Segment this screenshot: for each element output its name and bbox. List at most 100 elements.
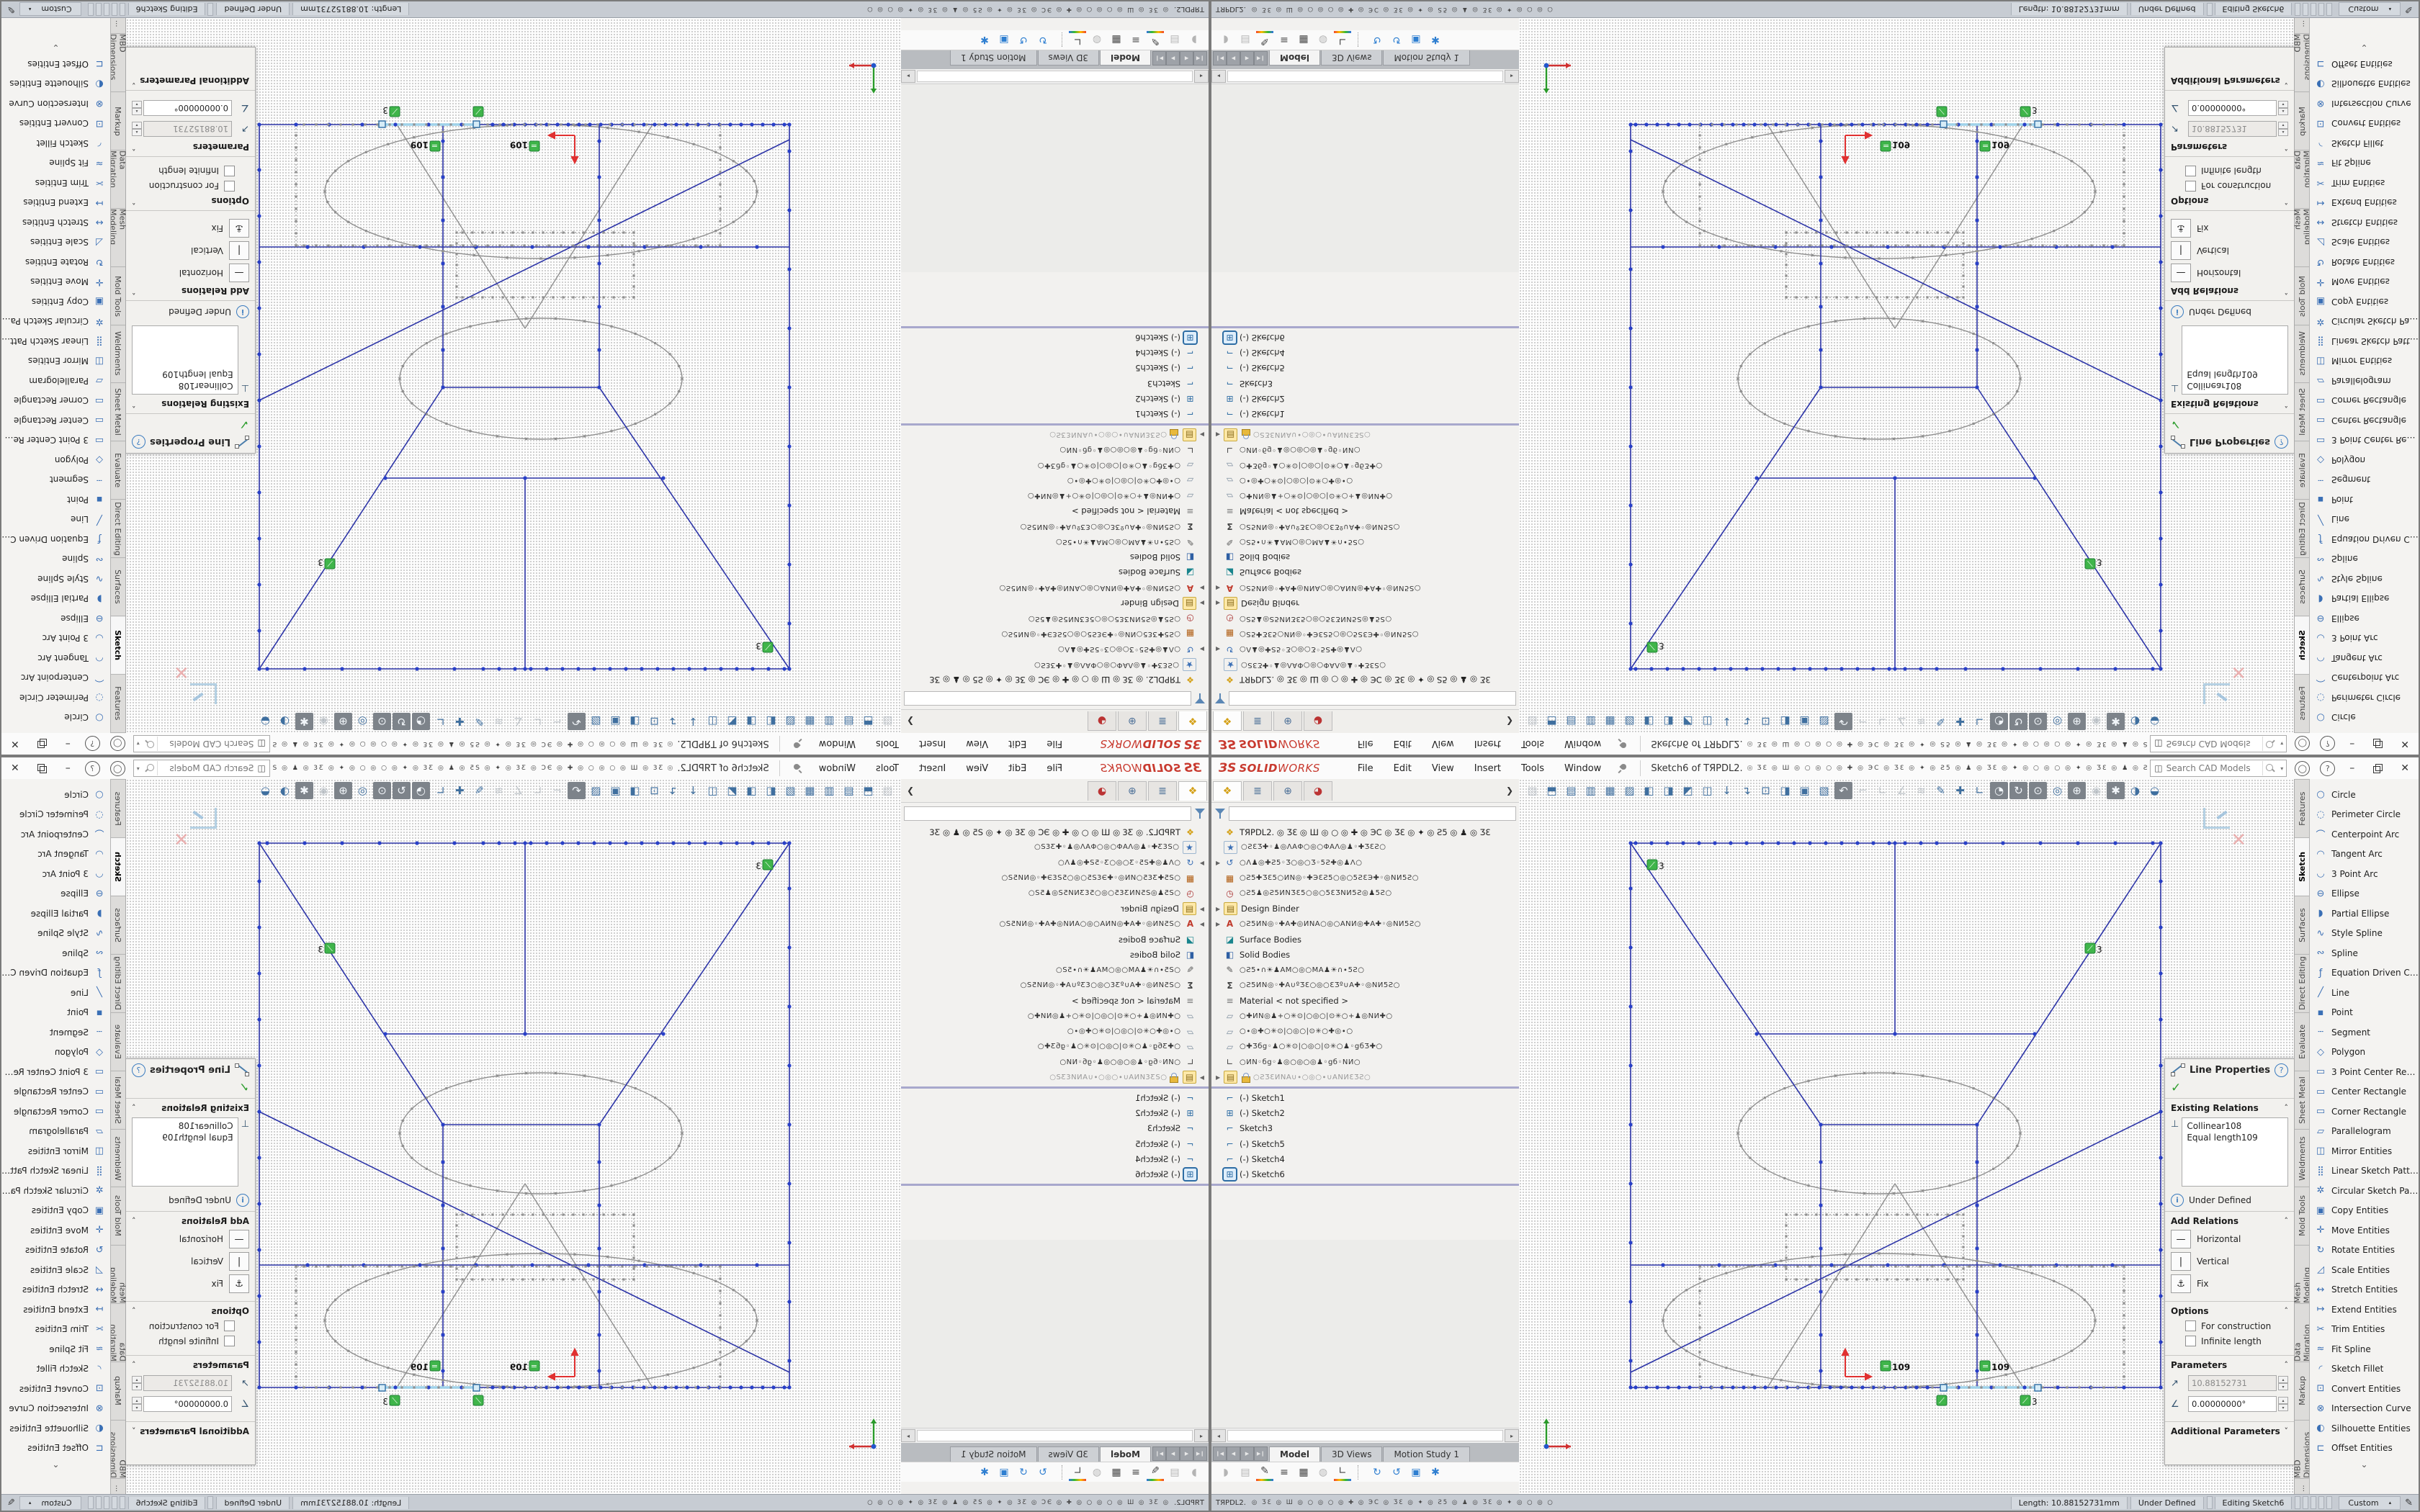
- tree-row[interactable]: ▦ ○Ƨ5✚ƷƐ5○ИΝ◎◦✚ЭƐƧ5○◎○5ƧƐЭ✚◦◎ΝИ5Ƨ○: [901, 626, 1209, 642]
- tree-row[interactable]: ⊞ (-) Sketch6: [901, 330, 1209, 345]
- command-tab[interactable]: Data Migration: [2295, 150, 2310, 209]
- view-tool-icon[interactable]: ◨: [743, 713, 761, 730]
- scroll-track[interactable]: [1227, 71, 1503, 82]
- help-icon[interactable]: ?: [85, 761, 100, 776]
- more-tools-chevron-icon[interactable]: ⌄: [1, 1459, 110, 1470]
- model-tab[interactable]: Motion Study 1: [1383, 1446, 1470, 1462]
- more-tools-chevron-icon[interactable]: ⌄: [1, 42, 110, 53]
- view-tool-icon[interactable]: ≋: [1912, 782, 1930, 799]
- sketch-tool-item[interactable]: ◐ Silhouette Entities: [1, 74, 110, 94]
- units-dropdown[interactable]: Custom ▴: [2339, 1496, 2401, 1510]
- tree-row[interactable]: ▱ ○∙◎✚○✳⊙|○◎○|⊙✳○✚◎∙○: [901, 1024, 1209, 1039]
- search-dropdown-icon[interactable]: ▾: [2277, 765, 2286, 772]
- tree-row[interactable]: ∟ ○ИΝ◦бg◦♟◎○◎○◎♟◦gб◦ΝИ○: [1211, 442, 1519, 457]
- tree-filter-input[interactable]: [904, 806, 1191, 821]
- collapse-icon[interactable]: ˄: [132, 196, 136, 206]
- sketch-tool-item[interactable]: ✂ Trim Entities: [1, 1320, 110, 1340]
- tree-row[interactable]: ⊞ (-) Sketch2: [901, 391, 1209, 406]
- tree-row[interactable]: ▱ ○∙◎✚○✳⊙|○◎○|⊙✳○✚◎∙○: [1211, 473, 1519, 488]
- tab-nav-icon[interactable]: ◀: [1180, 51, 1193, 66]
- sketch-tool-item[interactable]: ▪ Point: [1, 1003, 110, 1023]
- menu-item[interactable]: View: [1422, 739, 1464, 750]
- tab-nav-icon[interactable]: ◀: [1227, 1446, 1240, 1461]
- view-tool-icon[interactable]: ↻: [393, 782, 411, 799]
- line-format-icon[interactable]: ▦: [1295, 32, 1312, 48]
- tree-row[interactable]: ⊞ (-) Sketch2: [1211, 1105, 1519, 1120]
- view-tool-icon[interactable]: ◒: [2146, 782, 2164, 799]
- tree-row[interactable]: ❖ TЯPDL2. ◎ ƷƐ ◎ Ш ◎ ○ ◎ ✚ ◎ ЭС ◎ ƷƐ ◎ ✦…: [1211, 672, 1519, 688]
- sketch-tool-item[interactable]: ∾ Spline: [2310, 549, 2419, 570]
- view-tool-icon[interactable]: ◔: [412, 713, 430, 730]
- search-input[interactable]: Search CAD Models: [158, 739, 254, 749]
- line-format-icon[interactable]: ◗: [1217, 1464, 1234, 1480]
- relation-item[interactable]: Equal length109: [137, 369, 233, 380]
- existing-relations-header[interactable]: Existing Relations ˄: [2171, 399, 2288, 409]
- search-icon[interactable]: [143, 761, 158, 775]
- add-relation-row[interactable]: — Horizontal: [2171, 1230, 2288, 1248]
- view-tool-icon[interactable]: ▨: [781, 713, 799, 730]
- sketch-tool-item[interactable]: ↻ Rotate Entities: [1, 1241, 110, 1261]
- pin-icon[interactable]: [793, 764, 802, 773]
- expand-icon[interactable]: ˅: [2285, 1426, 2289, 1436]
- menu-item[interactable]: Insert: [1464, 739, 1511, 750]
- tree-row[interactable]: ▶ A ○Ƨ5ИΝ◎◦✚Α✚◎ИΝΑ○◎○ΑΝИ◎✚Α✚◦◎ΝИ5Ƨ○: [1211, 580, 1519, 595]
- tab-nav-icon[interactable]: ▶: [1240, 1446, 1254, 1461]
- command-tab[interactable]: Sketch: [110, 616, 125, 675]
- view-tool-icon[interactable]: ◨: [1659, 713, 1677, 730]
- sketch-tool-item[interactable]: ƒ Equation Driven Curve: [1, 963, 110, 984]
- spin-down-icon[interactable]: ▾: [2278, 1383, 2288, 1390]
- tree-row[interactable]: ≡ Material < not specified >: [1211, 993, 1519, 1008]
- menu-item[interactable]: Tools: [1511, 763, 1554, 774]
- view-tool-icon[interactable]: ∟: [1873, 713, 1891, 730]
- view-tool-icon[interactable]: ◉: [2087, 713, 2105, 730]
- expand-arrow-icon[interactable]: ▶: [1196, 431, 1204, 438]
- graphics-area[interactable]: ▧⬒▤▥▦▨◧◨◩◫↓↴⊡◨▣▧↶⌐∟∠≋✎✚∟◔↻⊙◎⊕◉✱◑◒ ✕: [126, 779, 901, 1498]
- relation-button-icon[interactable]: |: [2171, 1252, 2191, 1271]
- sketch-tool-item[interactable]: ▣ Copy Entities: [1, 1201, 110, 1221]
- sketch-tool-item[interactable]: ┄ Segment: [1, 470, 110, 490]
- sketch-tool-item[interactable]: ↔ Stretch Entities: [1, 212, 110, 233]
- view-tool-icon[interactable]: ⌐: [1854, 782, 1872, 799]
- angle-spinner[interactable]: ▴▾: [132, 1397, 142, 1411]
- sketch-tool-item[interactable]: ◠ Tangent Arc: [2310, 845, 2419, 865]
- tree-row[interactable]: ▶ ▤ Design Binder: [1211, 901, 1519, 916]
- tab-nav-icon[interactable]: ❙◀: [1193, 1446, 1207, 1461]
- view-tool-icon[interactable]: ⊙: [373, 782, 391, 799]
- relation-button-icon[interactable]: —: [2171, 264, 2191, 282]
- view-tool-icon[interactable]: ▤: [840, 713, 858, 730]
- scroll-left-icon[interactable]: ◂: [1194, 70, 1209, 83]
- command-tab[interactable]: Features: [2295, 779, 2310, 837]
- tree-row[interactable]: ▶ ▤ Design Binder: [901, 595, 1209, 611]
- collapse-icon[interactable]: ˄: [2285, 1360, 2289, 1370]
- tree-row[interactable]: ◪ Surface Bodies: [901, 565, 1209, 580]
- minimize-button[interactable]: –: [56, 738, 80, 750]
- restore-button[interactable]: [38, 764, 47, 773]
- tree-row[interactable]: ◧ Solid Bodies: [901, 549, 1209, 564]
- line-format-icon[interactable]: [1358, 33, 1364, 48]
- tree-row[interactable]: ▶ ▤ Design Binder: [901, 901, 1209, 916]
- command-tab[interactable]: Direct Editing: [110, 954, 125, 1012]
- line-format-icon[interactable]: ▦: [1108, 1464, 1125, 1480]
- sketch-tool-item[interactable]: ⊗ Intersection Curve: [1, 1399, 110, 1419]
- scroll-right-icon[interactable]: ▸: [1505, 1429, 1519, 1442]
- sketch-tool-item[interactable]: ○ Circle: [1, 785, 110, 805]
- tree-row[interactable]: ▶ ↺ ○Λ♟◎✚Ƨ5◦Ʒ○◎○Ʒ◦5Ƨ✚◎♟Λ○: [901, 855, 1209, 870]
- spin-up-icon[interactable]: ▴: [2278, 1376, 2288, 1383]
- line-format-icon[interactable]: ◍: [1314, 32, 1332, 48]
- sketch-tool-item[interactable]: ◗ Partial Ellipse: [2310, 904, 2419, 924]
- view-tool-icon[interactable]: ⊕: [334, 782, 352, 799]
- model-tab[interactable]: Model: [1100, 1446, 1151, 1462]
- checkbox[interactable]: [2185, 181, 2196, 192]
- pm-ok-button[interactable]: ✓: [2165, 1081, 2294, 1098]
- line-format-icon[interactable]: ≡: [1276, 32, 1293, 48]
- status-tool-icon[interactable]: ✎: [7, 1498, 15, 1508]
- tree-row[interactable]: ▶ ▤ ○ƧƷƐИΝΑ∪∙○◎○∙∪ΑΝИƐƷƧ○: [1211, 427, 1519, 442]
- sketch-tool-item[interactable]: ▭ Center Rectangle: [1, 1082, 110, 1102]
- scroll-right-icon[interactable]: ▸: [901, 1429, 915, 1442]
- panel-tab-icon[interactable]: ⊕: [1118, 712, 1147, 732]
- tab-nav-icon[interactable]: ❙◀: [1193, 51, 1207, 66]
- view-tool-icon[interactable]: ↓: [684, 713, 702, 730]
- sketch-tool-item[interactable]: ◐ Silhouette Entities: [1, 1418, 110, 1439]
- sketch-tool-item[interactable]: ◌ Perimeter Circle: [1, 805, 110, 825]
- tree-row[interactable]: ▶ ▤ ○ƧƷƐИΝΑ∪∙○◎○∙∪ΑΝИƐƷƧ○: [1211, 1070, 1519, 1085]
